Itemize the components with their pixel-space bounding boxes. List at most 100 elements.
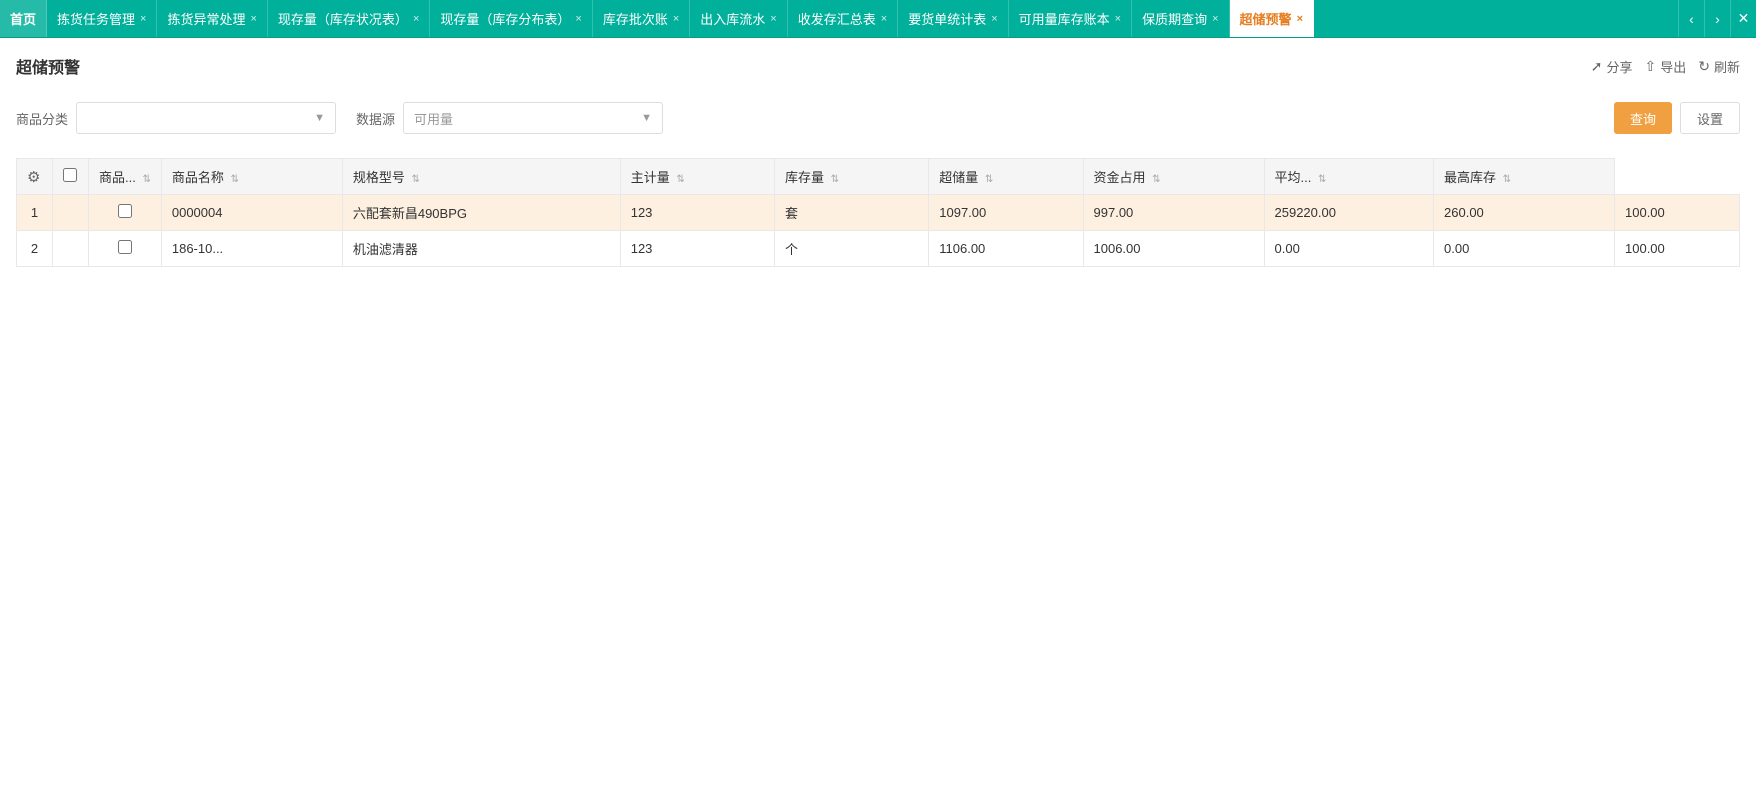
th-product-code[interactable]: 商品... ⇅: [89, 159, 162, 195]
nav-tab-2[interactable]: 现存量（库存状况表） ×: [268, 0, 430, 38]
row-gear-0: [53, 195, 89, 231]
sort-icon-maxstock: ⇅: [1503, 174, 1511, 185]
th-overstock[interactable]: 超储量 ⇅: [929, 159, 1083, 195]
page-title: 超储预警: [16, 54, 80, 78]
nav-tab-0[interactable]: 拣货任务管理 ×: [47, 0, 157, 38]
page-header: 超储预警 ➚ 分享 ⇧ 导出 ↻ 刷新: [16, 54, 1740, 78]
row-num-label-1: 2: [17, 231, 53, 267]
close-tab-8[interactable]: ×: [1115, 13, 1121, 25]
row-num-0: 0000004: [161, 195, 342, 231]
close-tab-6[interactable]: ×: [881, 13, 887, 25]
row-capital-0: 259220.00: [1264, 195, 1434, 231]
row-num-label-0: 1: [17, 195, 53, 231]
row-gear-1: [53, 231, 89, 267]
nav-home[interactable]: 首页: [0, 0, 47, 38]
sort-icon-name: ⇅: [231, 174, 239, 185]
row-product-name-0: 六配套新昌490BPG: [342, 195, 620, 231]
datasource-label: 数据源: [356, 109, 395, 128]
row-num-1: 186-10...: [161, 231, 342, 267]
category-label: 商品分类: [16, 109, 68, 128]
table-body: 1 0000004 六配套新昌490BPG 123 套 1097.00 997.…: [17, 195, 1740, 267]
sort-icon-unit: ⇅: [676, 174, 684, 185]
export-action[interactable]: ⇧ 导出: [1645, 57, 1687, 76]
query-button[interactable]: 查询: [1614, 102, 1672, 134]
nav-arrow-right[interactable]: ›: [1704, 0, 1730, 38]
close-tab-9[interactable]: ×: [1212, 13, 1218, 25]
refresh-icon: ↻: [1698, 58, 1710, 75]
row-avg-1: 0.00: [1434, 231, 1615, 267]
table-row: 1 0000004 六配套新昌490BPG 123 套 1097.00 997.…: [17, 195, 1740, 231]
nav-tab-1[interactable]: 拣货异常处理 ×: [157, 0, 267, 38]
th-checkbox: [53, 159, 89, 195]
row-stock-0: 1097.00: [929, 195, 1083, 231]
nav-tab-10[interactable]: 超储预警 ×: [1230, 0, 1314, 38]
page-content: 超储预警 ➚ 分享 ⇧ 导出 ↻ 刷新 商品分类 ▼ 数据源: [0, 38, 1756, 800]
nav-arrow-left[interactable]: ‹: [1678, 0, 1704, 38]
nav-tab-6[interactable]: 收发存汇总表 ×: [788, 0, 898, 38]
row-unit-0: 套: [774, 195, 928, 231]
sort-icon-stock: ⇅: [831, 174, 839, 185]
th-avg[interactable]: 平均... ⇅: [1264, 159, 1434, 195]
nav-tab-5[interactable]: 出入库流水 ×: [690, 0, 787, 38]
nav-tab-9[interactable]: 保质期查询 ×: [1132, 0, 1229, 38]
datasource-select-value: 可用量: [414, 109, 453, 128]
close-tab-4[interactable]: ×: [673, 13, 679, 25]
chevron-down-icon-2: ▼: [641, 112, 652, 124]
row-unit-1: 个: [774, 231, 928, 267]
row-spec-0: 123: [620, 195, 774, 231]
th-spec[interactable]: 规格型号 ⇅: [342, 159, 620, 195]
settings-button[interactable]: 设置: [1680, 102, 1740, 134]
th-capital[interactable]: 资金占用 ⇅: [1083, 159, 1264, 195]
table-row: 2 186-10... 机油滤清器 123 个 1106.00 1006.00 …: [17, 231, 1740, 267]
nav-arrow-close[interactable]: ✕: [1730, 0, 1756, 38]
close-tab-1[interactable]: ×: [250, 13, 256, 25]
category-filter: 商品分类 ▼: [16, 102, 336, 134]
sort-icon-spec: ⇅: [411, 174, 419, 185]
gear-icon[interactable]: ⚙: [27, 169, 40, 186]
row-product-name-1: 机油滤清器: [342, 231, 620, 267]
close-tab-5[interactable]: ×: [770, 13, 776, 25]
header-actions: ➚ 分享 ⇧ 导出 ↻ 刷新: [1591, 57, 1740, 76]
sort-icon-overstock: ⇅: [985, 174, 993, 185]
nav-arrows: ‹ › ✕: [1678, 0, 1756, 38]
row-checkbox-1[interactable]: [118, 240, 132, 254]
close-tab-10[interactable]: ×: [1297, 13, 1303, 25]
nav-tab-3[interactable]: 现存量（库存分布表） ×: [430, 0, 592, 38]
sort-icon-capital: ⇅: [1152, 174, 1160, 185]
row-stock-1: 1106.00: [929, 231, 1083, 267]
sort-icon-code: ⇅: [142, 174, 150, 185]
filter-bar: 商品分类 ▼ 数据源 可用量 ▼ 查询 设置: [16, 92, 1740, 144]
row-checkbox-0[interactable]: [118, 204, 132, 218]
row-checkbox-cell-0: [89, 195, 162, 231]
share-icon: ➚: [1591, 58, 1603, 75]
row-overstock-0: 997.00: [1083, 195, 1264, 231]
select-all-checkbox[interactable]: [63, 168, 77, 182]
sort-icon-avg: ⇅: [1318, 174, 1326, 185]
table-header: ⚙ 商品... ⇅ 商品名称 ⇅ 规格型号 ⇅ 主计量: [17, 159, 1740, 195]
datasource-filter: 数据源 可用量 ▼: [356, 102, 663, 134]
row-spec-1: 123: [620, 231, 774, 267]
nav-tab-7[interactable]: 要货单统计表 ×: [898, 0, 1008, 38]
row-maxstock-0: 100.00: [1615, 195, 1740, 231]
th-maxstock[interactable]: 最高库存 ⇅: [1434, 159, 1615, 195]
row-checkbox-cell-1: [89, 231, 162, 267]
export-icon: ⇧: [1645, 58, 1657, 75]
nav-tab-4[interactable]: 库存批次账 ×: [593, 0, 690, 38]
category-select[interactable]: ▼: [76, 102, 336, 134]
datasource-select[interactable]: 可用量 ▼: [403, 102, 663, 134]
close-tab-3[interactable]: ×: [575, 13, 581, 25]
th-gear: ⚙: [17, 159, 53, 195]
close-tab-7[interactable]: ×: [991, 13, 997, 25]
data-table: ⚙ 商品... ⇅ 商品名称 ⇅ 规格型号 ⇅ 主计量: [16, 158, 1740, 267]
row-maxstock-1: 100.00: [1615, 231, 1740, 267]
close-tab-2[interactable]: ×: [413, 13, 419, 25]
close-tab-0[interactable]: ×: [140, 13, 146, 25]
refresh-action[interactable]: ↻ 刷新: [1698, 57, 1740, 76]
nav-tab-8[interactable]: 可用量库存账本 ×: [1009, 0, 1132, 38]
th-product-name[interactable]: 商品名称 ⇅: [161, 159, 342, 195]
th-stock[interactable]: 库存量 ⇅: [774, 159, 928, 195]
row-avg-0: 260.00: [1434, 195, 1615, 231]
th-unit[interactable]: 主计量 ⇅: [620, 159, 774, 195]
share-action[interactable]: ➚ 分享: [1591, 57, 1633, 76]
row-capital-1: 0.00: [1264, 231, 1434, 267]
